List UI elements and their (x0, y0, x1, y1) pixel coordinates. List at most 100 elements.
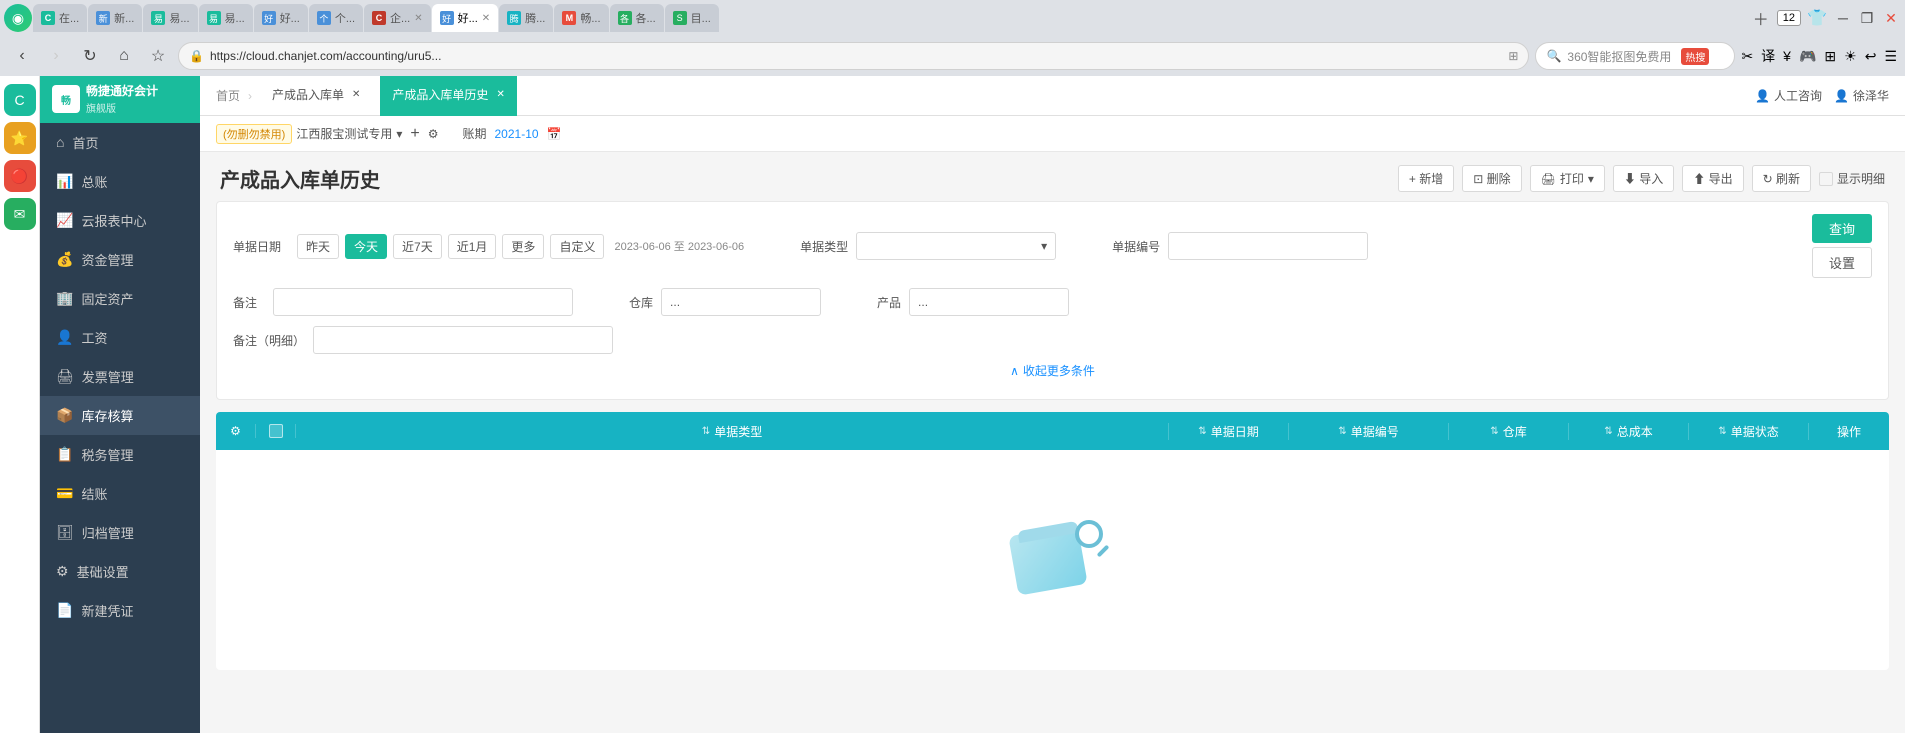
currency-icon[interactable]: ¥ (1783, 48, 1791, 64)
export-button[interactable]: ⬆ 导出 (1682, 165, 1743, 192)
brand-header[interactable]: 畅 畅捷通好会计 旗舰版 (40, 76, 200, 123)
tab-link-voucher-list[interactable]: 产成品入库单 ✕ (260, 76, 372, 116)
nav-item-general-ledger[interactable]: 📊 总账 (40, 162, 200, 201)
nav-item-new-voucher[interactable]: 📄 新建凭证 (40, 591, 200, 630)
tab-close-7[interactable]: ✕ (414, 13, 422, 24)
browser-tab-2[interactable]: 新 新... (88, 4, 142, 32)
note-detail-input[interactable] (313, 326, 613, 354)
browser-tab-6[interactable]: 个 个... (309, 4, 363, 32)
import-button[interactable]: ⬇ 导入 (1613, 165, 1674, 192)
browser-tab-12[interactable]: S 目... (665, 4, 719, 32)
breadcrumb-home[interactable]: 首页 (216, 87, 240, 104)
browser-tab-7[interactable]: C 企... ✕ (364, 4, 431, 32)
brightness-icon[interactable]: ☀ (1844, 48, 1857, 65)
browser-tab-10[interactable]: M 畅... (554, 4, 608, 32)
minimize-button[interactable]: ─ (1833, 8, 1853, 28)
browser-shirt-icon[interactable]: 👕 (1805, 6, 1829, 30)
search-bar[interactable]: 🔍 360智能抠图免费用 热搜 (1535, 42, 1735, 70)
delete-button[interactable]: ⊡ 删除 (1462, 165, 1521, 192)
last1month-btn[interactable]: 近1月 (448, 234, 497, 259)
refresh-button[interactable]: ↻ (76, 42, 104, 70)
calendar-icon[interactable]: 📅 (547, 127, 562, 141)
undo-icon[interactable]: ↩ (1865, 48, 1877, 65)
custom-date-btn[interactable]: 自定义 (550, 234, 604, 259)
user-profile[interactable]: 👤 徐泽华 (1834, 87, 1889, 104)
nav-item-cloud-report[interactable]: 📈 云报表中心 (40, 201, 200, 240)
company-select[interactable]: (勿删勿禁用) 江西服宝测试专用 ▾ (216, 124, 402, 144)
show-columns-toggle[interactable]: 显示明细 (1819, 170, 1885, 187)
settings-button[interactable]: 设置 (1812, 247, 1872, 278)
th-date[interactable]: ⇅ 单据日期 (1169, 423, 1289, 440)
browser-tab-1[interactable]: C 在... (33, 4, 87, 32)
user-service-btn[interactable]: 👤 人工咨询 (1755, 87, 1822, 104)
browser-tab-3[interactable]: 易 易... (143, 4, 197, 32)
th-number[interactable]: ⇅ 单据编号 (1289, 423, 1449, 440)
browser-tab-9[interactable]: 腾 腾... (499, 4, 553, 32)
nav-item-invoice[interactable]: 🖨 发票管理 (40, 357, 200, 396)
browser-app-icon-4[interactable]: ✉ (4, 198, 36, 230)
tab-link-voucher-history[interactable]: 产成品入库单历史 ✕ (380, 76, 516, 116)
bookmark-button[interactable]: ☆ (144, 42, 172, 70)
browser-app-icon-3[interactable]: 🔴 (4, 160, 36, 192)
browser-tab-4[interactable]: 易 易... (199, 4, 253, 32)
browser-tab-8[interactable]: 好 好... ✕ (432, 4, 499, 32)
tab-link-voucher-list-close[interactable]: ✕ (352, 89, 360, 100)
voucher-type-select[interactable]: ▾ (856, 232, 1056, 260)
game-icon[interactable]: 🎮 (1799, 48, 1816, 65)
company-settings-icon[interactable]: ⚙ (428, 127, 439, 141)
print-button[interactable]: 🖨 打印 ▾ (1530, 165, 1605, 192)
collapse-button[interactable]: ∧ 收起更多条件 (1010, 362, 1095, 379)
nav-item-tax[interactable]: 📋 税务管理 (40, 435, 200, 474)
th-checkbox[interactable] (256, 424, 296, 438)
browser-app-icon-1[interactable]: C (4, 84, 36, 116)
nav-item-basic-settings[interactable]: ⚙ 基础设置 (40, 552, 200, 591)
restore-button[interactable]: ❐ (1857, 8, 1877, 28)
refresh-button[interactable]: ↻ 刷新 (1752, 165, 1811, 192)
scissors-icon[interactable]: ✂ (1741, 48, 1753, 65)
show-columns-checkbox[interactable] (1819, 172, 1833, 186)
th-type[interactable]: ⇅ 单据类型 (296, 423, 1169, 440)
nav-item-home[interactable]: ⌂ 首页 (40, 123, 200, 162)
more-date-btn[interactable]: 更多 (502, 234, 544, 259)
browser-tab-11[interactable]: 各 各... (610, 4, 664, 32)
menu-icon[interactable]: ☰ (1884, 48, 1897, 65)
th-warehouse[interactable]: ⇅ 仓库 (1449, 423, 1569, 440)
back-button[interactable]: ‹ (8, 42, 36, 70)
home-button[interactable]: ⌂ (110, 42, 138, 70)
nav-item-settlement[interactable]: 💳 结账 (40, 474, 200, 513)
nav-item-inventory[interactable]: 📦 库存核算 (40, 396, 200, 435)
browser-logo[interactable]: ◉ (4, 4, 32, 32)
note-input[interactable] (273, 288, 573, 316)
nav-item-archive[interactable]: 🗄 归档管理 (40, 513, 200, 552)
close-button[interactable]: ✕ (1881, 8, 1901, 28)
th-settings[interactable]: ⚙ (216, 424, 256, 438)
grid-icon[interactable]: ⊞ (1824, 48, 1836, 65)
product-select[interactable]: ... (909, 288, 1069, 316)
today-btn[interactable]: 今天 (345, 234, 387, 259)
nav-item-fixed-assets[interactable]: 🏢 固定资产 (40, 279, 200, 318)
translate-icon[interactable]: 译 (1761, 46, 1775, 66)
period-value-text[interactable]: 2021-10 (495, 127, 539, 141)
warehouse-select[interactable]: ... (661, 288, 821, 316)
browser-app-icon-2[interactable]: ⭐ (4, 122, 36, 154)
new-tab-button[interactable]: ＋ (1749, 6, 1773, 30)
tab-favicon-3: 易 (151, 11, 165, 25)
address-input-container[interactable]: 🔒 https://cloud.chanjet.com/accounting/u… (178, 42, 1529, 70)
forward-button[interactable]: › (42, 42, 70, 70)
th-cost[interactable]: ⇅ 总成本 (1569, 423, 1689, 440)
share-icon[interactable]: ⊞ (1508, 49, 1518, 63)
th-status[interactable]: ⇅ 单据状态 (1689, 423, 1809, 440)
last7days-btn[interactable]: 近7天 (393, 234, 442, 259)
nav-item-payroll[interactable]: 👤 工资 (40, 318, 200, 357)
tab-close-8[interactable]: ✕ (482, 13, 490, 24)
add-button[interactable]: + 新增 (1398, 165, 1454, 192)
tab-link-voucher-history-close[interactable]: ✕ (496, 89, 504, 100)
add-company-button[interactable]: + (410, 125, 419, 143)
query-button[interactable]: 查询 (1812, 214, 1872, 243)
tab-counter[interactable]: 12 (1777, 10, 1801, 26)
browser-tab-5[interactable]: 好 好... (254, 4, 308, 32)
nav-item-fund-management[interactable]: 💰 资金管理 (40, 240, 200, 279)
yesterday-btn[interactable]: 昨天 (297, 234, 339, 259)
voucher-number-input[interactable] (1168, 232, 1368, 260)
header-checkbox[interactable] (269, 424, 283, 438)
